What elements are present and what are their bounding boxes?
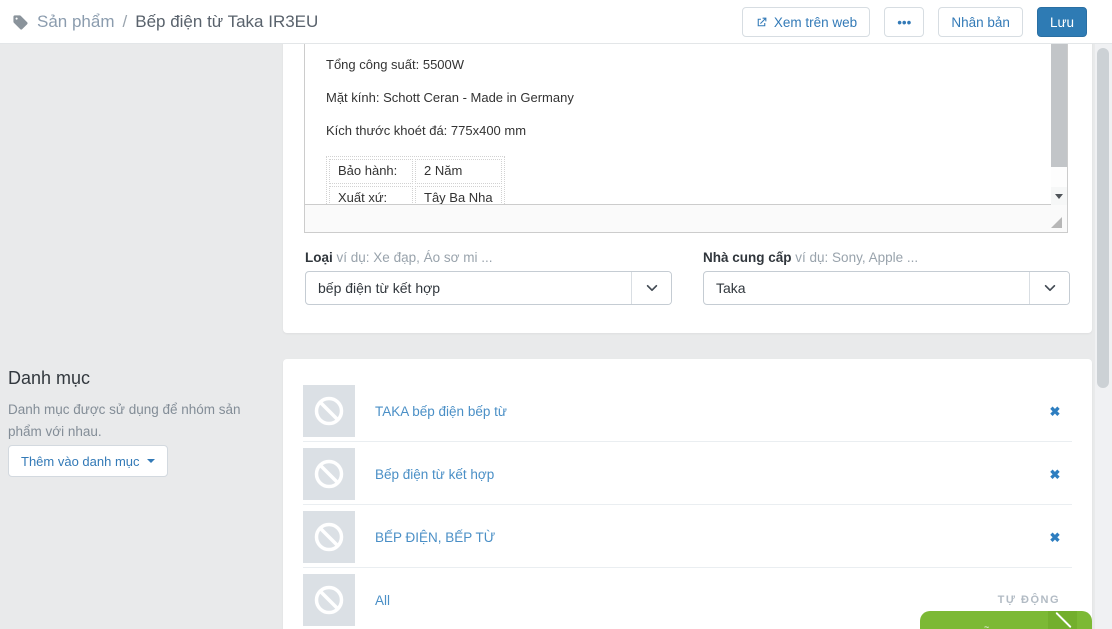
spec-label: Xuất xứ: <box>329 186 413 204</box>
remove-collection-button[interactable]: ✖ <box>1046 467 1064 483</box>
vendor-select-caret[interactable] <box>1029 272 1069 304</box>
spec-value: 2 Năm <box>415 159 502 184</box>
type-field-label: Loại ví dụ: Xe đạp, Áo sơ mi ... <box>305 250 492 265</box>
type-label-text: Loại <box>305 250 333 265</box>
row-divider <box>303 504 1072 505</box>
description-paragraph: Kích thước khoét đá: 775x400 mm <box>326 123 527 138</box>
no-entry-icon <box>314 522 344 552</box>
view-on-web-button[interactable]: Xem trên web <box>741 7 871 37</box>
remove-collection-button[interactable]: ✖ <box>1046 530 1064 546</box>
page-title: Bếp điện từ Taka IR3EU <box>135 12 319 31</box>
no-entry-icon <box>314 585 344 615</box>
collection-link[interactable]: All <box>375 593 390 608</box>
duplicate-button[interactable]: Nhân bản <box>938 7 1023 37</box>
save-button[interactable]: Lưu <box>1036 7 1087 37</box>
collection-thumbnail <box>303 448 355 500</box>
description-paragraph: Mặt kính: Schott Ceran - Made in Germany <box>326 90 574 105</box>
collections-card <box>283 359 1092 629</box>
type-select <box>305 271 672 305</box>
vendor-select <box>703 271 1070 305</box>
vendor-label-text: Nhà cung cấp <box>703 250 792 265</box>
description-paragraph: Tổng công suất: 5500W <box>326 57 465 72</box>
breadcrumb-separator: / <box>122 12 128 31</box>
resize-grip-icon[interactable] <box>1051 217 1062 228</box>
remove-collection-button[interactable]: ✖ <box>1046 404 1064 420</box>
chevron-down-icon <box>646 284 657 292</box>
no-entry-icon <box>314 396 344 426</box>
collection-thumbnail <box>303 511 355 563</box>
editor-statusbar <box>304 205 1068 233</box>
spec-table: Bảo hành: 2 Năm Xuất xứ: Tây Ba Nha <box>326 156 505 204</box>
view-on-web-label: Xem trên web <box>773 14 858 30</box>
editor-scrollbar-thumb[interactable] <box>1051 44 1067 167</box>
breadcrumb: Sản phẩm / Bếp điện từ Taka IR3EU <box>12 0 318 44</box>
auto-collection-badge: TỰ ĐỘNG <box>997 594 1060 606</box>
vendor-field-label: Nhà cung cấp ví dụ: Sony, Apple ... <box>703 250 918 265</box>
caret-down-icon <box>146 459 155 463</box>
page-scrollbar-thumb[interactable] <box>1097 48 1109 388</box>
collection-link[interactable]: Bếp điện từ kết hợp <box>375 467 494 482</box>
vendor-input[interactable] <box>704 272 1029 304</box>
collection-thumbnail <box>303 574 355 626</box>
chat-widget-button[interactable]: ~ <box>920 611 1092 629</box>
type-select-caret[interactable] <box>631 272 671 304</box>
collections-section-description: Danh mục được sử dụng để nhóm sản phẩm v… <box>8 402 241 439</box>
editor-scroll-down-button[interactable] <box>1051 187 1067 205</box>
collections-section-title: Danh mục <box>8 368 91 388</box>
table-row: Bảo hành: 2 Năm <box>329 159 502 184</box>
topbar: Sản phẩm / Bếp điện từ Taka IR3EU Xem tr… <box>0 0 1112 44</box>
product-edit-screen: Sản phẩm / Bếp điện từ Taka IR3EU Xem tr… <box>0 0 1112 629</box>
collection-link[interactable]: TAKA bếp điện bếp từ <box>375 404 507 419</box>
more-actions-button[interactable]: ••• <box>884 7 925 37</box>
no-entry-icon <box>314 459 344 489</box>
type-label-hint: ví dụ: Xe đạp, Áo sơ mi ... <box>336 250 493 265</box>
add-to-collection-button[interactable]: Thêm vào danh mục <box>8 445 168 477</box>
page-scrollbar[interactable] <box>1095 44 1112 629</box>
topbar-actions: Xem trên web ••• Nhân bản Lưu <box>741 7 1087 37</box>
arrow-down-icon <box>1055 193 1063 199</box>
collection-link[interactable]: BẾP ĐIỆN, BẾP TỪ <box>375 530 495 545</box>
editor-scrollbar[interactable] <box>1051 44 1067 205</box>
type-input[interactable] <box>306 272 631 304</box>
spec-label: Bảo hành: <box>329 159 413 184</box>
vendor-label-hint: ví dụ: Sony, Apple ... <box>795 250 919 265</box>
row-divider <box>303 567 1072 568</box>
external-link-icon <box>757 17 767 26</box>
tag-icon <box>13 14 28 30</box>
spec-value: Tây Ba Nha <box>415 186 502 204</box>
chevron-down-icon <box>1044 284 1055 292</box>
collection-thumbnail <box>303 385 355 437</box>
row-divider <box>303 441 1072 442</box>
chat-widget-text-peek: ~ <box>984 622 990 629</box>
description-content: Tổng công suất: 5500W Mặt kính: Schott C… <box>326 57 1023 204</box>
add-to-collection-label: Thêm vào danh mục <box>21 453 140 469</box>
breadcrumb-link-products[interactable]: Sản phẩm <box>37 12 115 32</box>
table-row: Xuất xứ: Tây Ba Nha <box>329 186 502 204</box>
